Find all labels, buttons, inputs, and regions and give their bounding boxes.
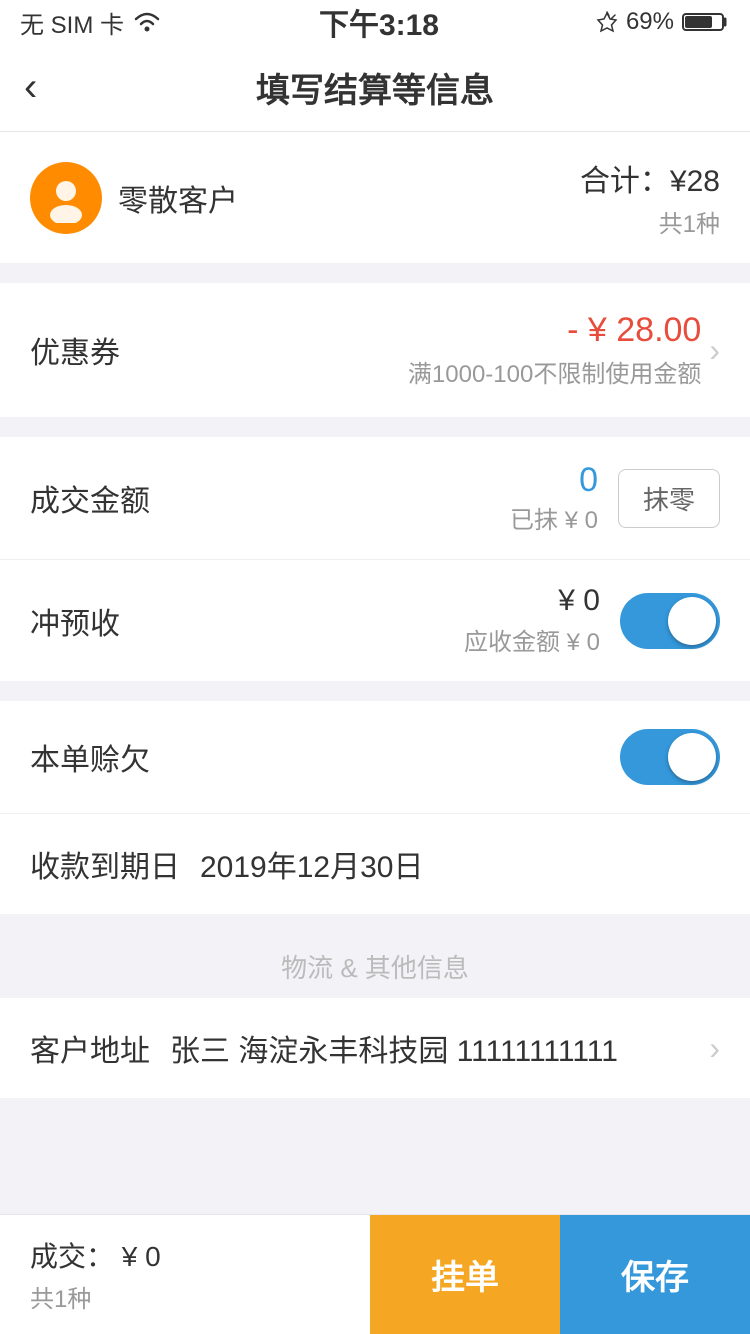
debt-toggle[interactable] — [620, 729, 720, 785]
bottom-deal-label: 成交： — [30, 1241, 114, 1272]
battery-icon — [682, 10, 730, 34]
due-date-label: 收款到期日 — [30, 842, 180, 886]
status-left: 无 SIM 卡 — [20, 5, 162, 40]
battery-percent: 69% — [626, 8, 674, 36]
status-time: 下午3:18 — [319, 0, 439, 44]
bottom-bar: 成交： ¥ 0 共1种 挂单 保存 — [0, 1214, 750, 1334]
logistics-divider: 物流 & 其他信息 — [0, 934, 750, 998]
save-button[interactable]: 保存 — [560, 1215, 750, 1334]
bottom-info: 成交： ¥ 0 共1种 — [0, 1235, 370, 1314]
customer-right: 合计：¥28 共1种 — [580, 156, 720, 239]
toggle-knob — [668, 597, 716, 645]
nav-bar: ‹ 填写结算等信息 — [0, 44, 750, 132]
coupon-right: - ¥ 28.00 满1000-100不限制使用金额 › — [408, 311, 720, 389]
customer-count: 共1种 — [580, 204, 720, 239]
pending-button[interactable]: 挂单 — [370, 1215, 560, 1334]
back-button[interactable]: ‹ — [24, 65, 37, 110]
status-bar: 无 SIM 卡 下午3:18 69% — [0, 0, 750, 44]
prepay-right: ¥ 0 应收金额 ¥ 0 — [464, 584, 720, 657]
debt-section: 本单赊欠 收款到期日 2019年12月30日 — [0, 701, 750, 914]
prepay-sub: 应收金额 ¥ 0 — [464, 622, 600, 657]
prepay-row: 冲预收 ¥ 0 应收金额 ¥ 0 — [0, 560, 750, 681]
debt-label: 本单赊欠 — [30, 735, 150, 779]
prepay-amount-col: ¥ 0 应收金额 ¥ 0 — [464, 584, 600, 657]
location-icon — [596, 11, 618, 33]
debt-row: 本单赊欠 — [0, 701, 750, 814]
customer-row: 零散客户 合计：¥28 共1种 — [0, 132, 750, 263]
chevron-right-icon: › — [709, 332, 720, 369]
coupon-label: 优惠券 — [30, 328, 120, 372]
prepay-label: 冲预收 — [30, 599, 120, 643]
due-date-row: 收款到期日 2019年12月30日 — [0, 814, 750, 914]
deal-amount-row: 成交金额 0 已抹 ¥ 0 抹零 — [0, 437, 750, 560]
address-label: 客户地址 — [30, 1026, 150, 1070]
page-title: 填写结算等信息 — [256, 63, 494, 112]
customer-avatar — [30, 162, 102, 234]
person-icon — [41, 173, 91, 223]
deal-right: 0 已抹 ¥ 0 抹零 — [510, 461, 720, 535]
address-value: 张三 海淀永丰科技园 11111111111 — [170, 1026, 618, 1070]
customer-section: 零散客户 合计：¥28 共1种 — [0, 132, 750, 263]
coupon-col: - ¥ 28.00 满1000-100不限制使用金额 — [408, 311, 701, 389]
address-left: 客户地址 张三 海淀永丰科技园 11111111111 — [30, 1026, 701, 1070]
address-row[interactable]: 客户地址 张三 海淀永丰科技园 11111111111 › — [0, 998, 750, 1098]
prepay-amount: ¥ 0 — [464, 584, 600, 618]
coupon-section[interactable]: 优惠券 - ¥ 28.00 满1000-100不限制使用金额 › — [0, 283, 750, 417]
prepay-toggle[interactable] — [620, 593, 720, 649]
debt-toggle-knob — [668, 733, 716, 781]
logistics-divider-text: 物流 & 其他信息 — [281, 948, 469, 985]
due-date-value: 2019年12月30日 — [200, 842, 423, 886]
deal-amount-label: 成交金额 — [30, 476, 150, 520]
status-right: 69% — [596, 8, 730, 36]
coupon-value: - ¥ 28.00 — [408, 311, 701, 350]
address-chevron-icon: › — [709, 1030, 720, 1067]
wifi-icon — [132, 11, 162, 33]
customer-total: 合计：¥28 — [580, 156, 720, 200]
customer-name: 零散客户 — [118, 176, 238, 220]
bottom-deal-value: ¥ 0 — [122, 1241, 161, 1272]
address-section: 客户地址 张三 海淀永丰科技园 11111111111 › — [0, 998, 750, 1098]
sim-label: 无 SIM 卡 — [20, 5, 124, 40]
round-zero-button[interactable]: 抹零 — [618, 469, 720, 528]
deal-amount-sub: 已抹 ¥ 0 — [510, 500, 598, 535]
deal-amount-col: 0 已抹 ¥ 0 — [510, 461, 598, 535]
customer-left: 零散客户 — [30, 162, 238, 234]
bottom-deal: 成交： ¥ 0 — [30, 1235, 340, 1275]
deal-amount-value: 0 — [579, 461, 598, 500]
coupon-sub: 满1000-100不限制使用金额 — [408, 354, 701, 389]
deal-section: 成交金额 0 已抹 ¥ 0 抹零 冲预收 ¥ 0 应收金额 ¥ 0 — [0, 437, 750, 681]
coupon-row[interactable]: 优惠券 - ¥ 28.00 满1000-100不限制使用金额 › — [0, 283, 750, 417]
bottom-count: 共1种 — [30, 1279, 340, 1314]
